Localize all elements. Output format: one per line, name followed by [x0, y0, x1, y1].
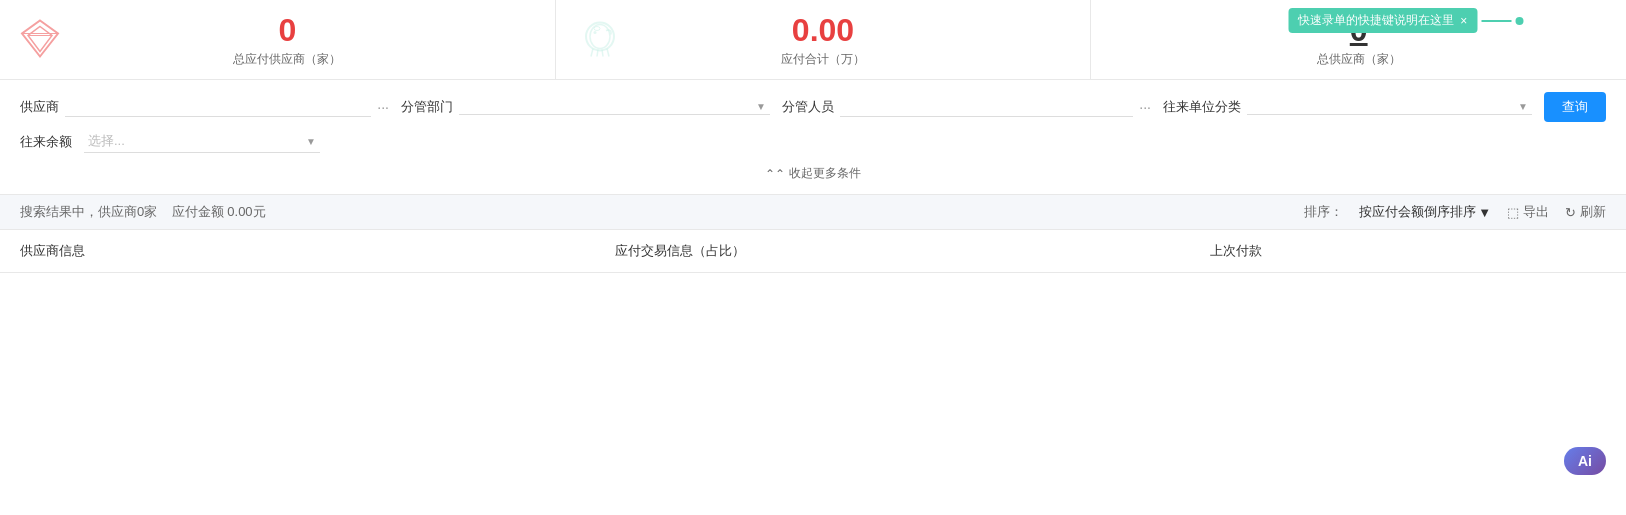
stat-total-suppliers: 快速录单的快捷键说明在这里 × 0 总供应商（家） [1091, 0, 1626, 79]
collapse-bar: ⌃⌃ 收起更多条件 [20, 161, 1606, 186]
col-last-payment-header: 上次付款 [1210, 242, 1607, 260]
results-right: 排序： 按应付会额倒序排序 ▼ ⬚ 导出 ↻ 刷新 [1304, 203, 1606, 221]
unit-class-select[interactable]: ▼ [1247, 99, 1532, 115]
svg-point-7 [594, 26, 600, 30]
logo-area [20, 18, 60, 61]
person-field: 分管人员 ··· [782, 97, 1151, 117]
total-payable-value: 0 [278, 11, 296, 49]
piggy-icon-area [576, 14, 624, 65]
total-suppliers-label: 总供应商（家） [1317, 51, 1401, 68]
total-payable-label: 总应付供应商（家） [233, 51, 341, 68]
supplier-field: 供应商 ··· [20, 97, 389, 117]
balance-placeholder: 选择... [88, 132, 302, 150]
person-dots[interactable]: ··· [1139, 99, 1151, 115]
payable-total-label: 应付合计（万） [781, 51, 865, 68]
collapse-button[interactable]: ⌃⌃ 收起更多条件 [765, 165, 861, 182]
col-supplier-info-header: 供应商信息 [20, 242, 615, 260]
tooltip-container: 快速录单的快捷键说明在这里 × [1288, 8, 1523, 33]
export-label: 导出 [1523, 203, 1549, 221]
person-label: 分管人员 [782, 98, 834, 116]
unit-class-label: 往来单位分类 [1163, 98, 1241, 116]
balance-select[interactable]: 选择... ▼ [84, 130, 320, 153]
empty-content-area [0, 273, 1626, 515]
sort-chevron-icon: ▼ [1478, 205, 1491, 220]
search-row-1: 供应商 ··· 分管部门 ▼ 分管人员 ··· 往来单位分类 ▼ [20, 92, 1606, 122]
export-icon: ⬚ [1507, 205, 1519, 220]
unit-class-chevron-icon: ▼ [1518, 101, 1528, 112]
export-button[interactable]: ⬚ 导出 [1507, 203, 1549, 221]
stats-bar: 0 总应付供应商（家） 0.00 应付合计（万） 快速录单的快捷键说明在这里 [0, 0, 1626, 80]
svg-marker-1 [28, 26, 52, 51]
col-transaction-header: 应付交易信息（占比） [615, 242, 1210, 260]
sort-value: 按应付会额倒序排序 [1359, 203, 1476, 221]
dept-select[interactable]: ▼ [459, 99, 770, 115]
results-bar: 搜索结果中，供应商0家 应付金额 0.00元 排序： 按应付会额倒序排序 ▼ ⬚… [0, 195, 1626, 230]
results-summary-area: 搜索结果中，供应商0家 应付金额 0.00元 [20, 203, 266, 221]
tooltip-box: 快速录单的快捷键说明在这里 × [1288, 8, 1477, 33]
supplier-label: 供应商 [20, 98, 59, 116]
results-amount: 应付金额 0.00元 [172, 204, 266, 219]
balance-chevron-icon: ▼ [306, 136, 316, 147]
search-panel: 供应商 ··· 分管部门 ▼ 分管人员 ··· 往来单位分类 ▼ [0, 80, 1626, 195]
collapse-label: 收起更多条件 [789, 165, 861, 182]
refresh-label: 刷新 [1580, 203, 1606, 221]
ai-btn-area: Ai [1564, 447, 1606, 475]
tooltip-dot [1515, 17, 1523, 25]
sort-label: 排序： [1304, 203, 1343, 221]
ai-button[interactable]: Ai [1564, 447, 1606, 475]
tooltip-line [1481, 20, 1511, 22]
stat-total-payable-suppliers: 0 总应付供应商（家） [0, 0, 556, 79]
sort-select[interactable]: 按应付会额倒序排序 ▼ [1359, 203, 1491, 221]
table-area: 供应商信息 应付交易信息（占比） 上次付款 [0, 230, 1626, 515]
dept-field: 分管部门 ▼ [401, 98, 770, 116]
tooltip-close-btn[interactable]: × [1460, 14, 1467, 28]
dept-chevron-icon: ▼ [756, 101, 766, 112]
table-header: 供应商信息 应付交易信息（占比） 上次付款 [0, 230, 1626, 273]
svg-point-6 [593, 31, 596, 34]
collapse-up-icon: ⌃⌃ [765, 167, 785, 181]
person-input[interactable] [840, 97, 1133, 117]
results-summary: 搜索结果中，供应商0家 [20, 204, 157, 219]
payable-total-value: 0.00 [792, 11, 854, 49]
supplier-dots[interactable]: ··· [377, 99, 389, 115]
search-row-2: 往来余额 选择... ▼ [20, 130, 320, 153]
balance-label: 往来余额 [20, 133, 72, 151]
dept-label: 分管部门 [401, 98, 453, 116]
refresh-icon: ↻ [1565, 205, 1576, 220]
query-button[interactable]: 查询 [1544, 92, 1606, 122]
stat-payable-total: 0.00 应付合计（万） [556, 0, 1092, 79]
refresh-button[interactable]: ↻ 刷新 [1565, 203, 1606, 221]
tooltip-text: 快速录单的快捷键说明在这里 [1298, 12, 1454, 29]
unit-class-field: 往来单位分类 ▼ [1163, 98, 1532, 116]
supplier-input[interactable] [65, 97, 371, 117]
